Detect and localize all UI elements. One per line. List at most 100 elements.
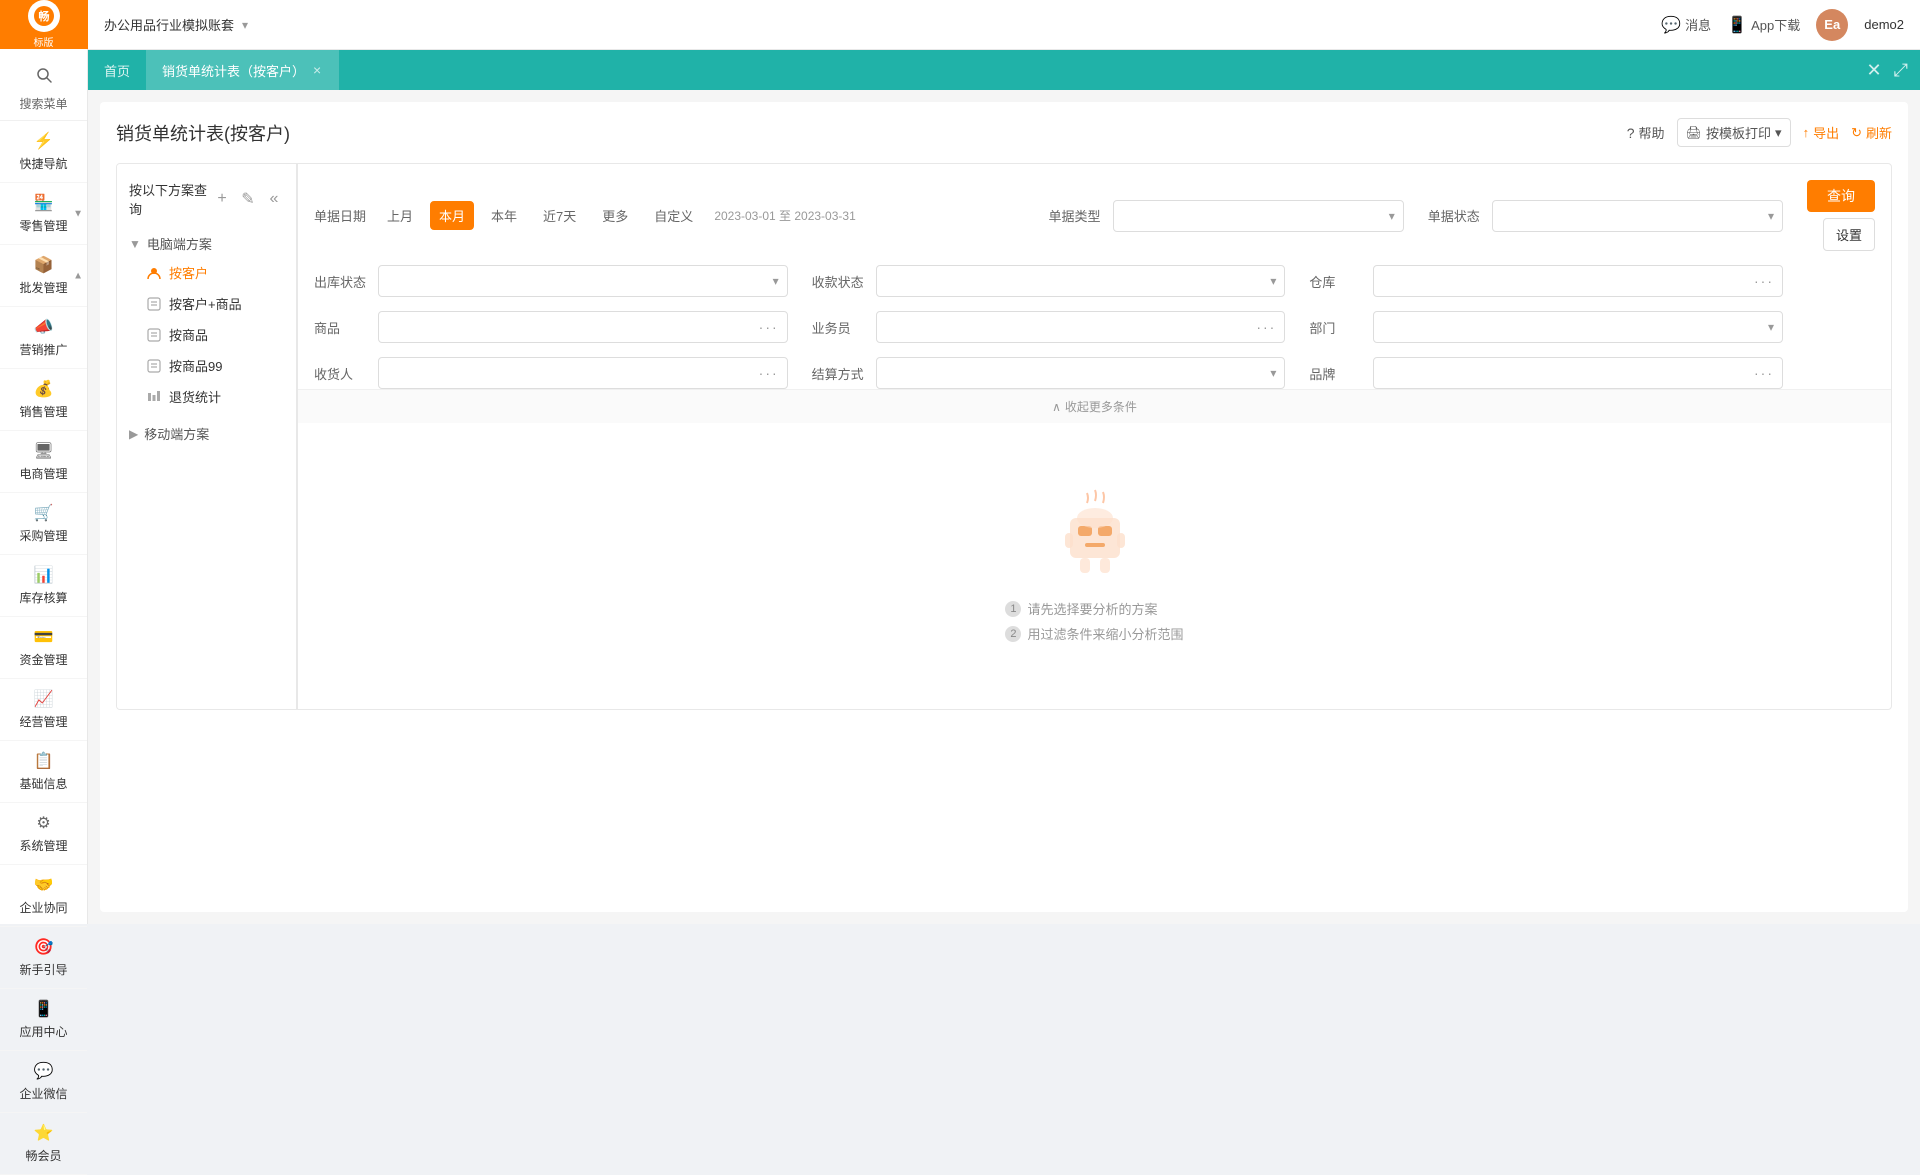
receiver-input[interactable]: ··· [378, 357, 788, 389]
search-icon[interactable] [26, 57, 62, 93]
by-customer-goods-icon [145, 297, 163, 311]
tip-num-1: 1 [1005, 601, 1021, 617]
scheme-item-by-goods-99[interactable]: 按商品99 [117, 350, 296, 381]
app-title-dropdown[interactable]: ▾ [242, 18, 248, 32]
goods-input[interactable]: ··· [378, 311, 788, 343]
by-customer-icon [145, 266, 163, 280]
operation-icon: 📈 [34, 689, 54, 709]
collapse-bar[interactable]: ∧ 收起更多条件 [298, 389, 1891, 423]
settlement-input[interactable]: ▾ [876, 357, 1286, 389]
scheme-edit-btn[interactable]: ✎ [238, 189, 258, 209]
sidebar-item-guide[interactable]: 🎯 新手引导 [0, 927, 87, 989]
filter-section: 单据日期 上月 本月 本年 近7天 更多 自定义 2023-03-01 至 20… [298, 164, 1891, 389]
sidebar-item-sales[interactable]: 💰 销售管理 [0, 369, 87, 431]
filter-doc-status-item: 单据状态 ▾ [1428, 200, 1783, 232]
sales-icon: 💰 [34, 379, 54, 399]
date-btn-last-7[interactable]: 近7天 [534, 201, 585, 230]
sidebar-item-member[interactable]: ⭐ 畅会员 [0, 1113, 87, 1175]
sidebar-item-enterprise[interactable]: 🤝 企业协同 [0, 865, 87, 927]
tab-restore-btn[interactable]: ⤢ [1890, 56, 1912, 85]
tab-home-label: 首页 [104, 61, 130, 80]
sidebar-item-inventory[interactable]: 📊 库存核算 [0, 555, 87, 617]
sidebar-item-retail[interactable]: 🏪 零售管理 ▼ [0, 183, 87, 245]
refresh-btn[interactable]: ↻ 刷新 [1851, 123, 1892, 142]
sidebar-item-ecommerce[interactable]: 🖥 电商管理 [0, 431, 87, 493]
scheme-collapse-btn[interactable]: « [264, 189, 284, 209]
sidebar-search-item[interactable]: 搜索菜单 [0, 49, 87, 121]
doc-status-input[interactable]: ▾ [1492, 200, 1783, 232]
tab-bar: 首页 销货单统计表（按客户） × ✕ ⤢ [88, 50, 1920, 90]
settings-btn[interactable]: 设置 [1823, 218, 1875, 251]
export-btn[interactable]: ↑ 导出 [1803, 123, 1840, 142]
scheme-add-btn[interactable]: + [212, 189, 232, 209]
tab-home[interactable]: 首页 [88, 50, 146, 90]
tab-close-all-btn[interactable]: ✕ [1863, 56, 1886, 85]
sidebar-item-quick-nav[interactable]: ⚡ 快捷导航 [0, 121, 87, 183]
filter-receipt-status-item: 收款状态 ▾ [812, 265, 1286, 297]
date-label: 单据日期 [314, 206, 370, 225]
query-btn[interactable]: 查询 [1807, 180, 1875, 212]
warehouse-input[interactable]: ··· [1373, 265, 1783, 297]
salesperson-input[interactable]: ··· [876, 311, 1286, 343]
user-avatar[interactable]: Ea [1816, 9, 1848, 41]
sidebar-item-system[interactable]: ⚙ 系统管理 [0, 803, 87, 865]
scheme-item-by-goods[interactable]: 按商品 [117, 319, 296, 350]
date-btn-more[interactable]: 更多 [593, 201, 637, 230]
date-btn-this-month[interactable]: 本月 [430, 201, 474, 230]
scheme-item-by-customer[interactable]: 按客户 [117, 257, 296, 288]
salesperson-dots: ··· [1256, 319, 1276, 335]
logo-icon: 畅 [28, 0, 60, 32]
finance-label: 资金管理 [19, 651, 67, 668]
scheme-item-by-customer-goods[interactable]: 按客户+商品 [117, 288, 296, 319]
sidebar-item-finance[interactable]: 💳 资金管理 [0, 617, 87, 679]
wholesale-arrow: ▲ [73, 270, 83, 281]
ecommerce-label: 电商管理 [19, 465, 67, 482]
out-status-input[interactable]: ▾ [378, 265, 788, 297]
tab-close-btn[interactable]: × [311, 60, 323, 80]
sidebar-item-basic[interactable]: 📋 基础信息 [0, 741, 87, 803]
receipt-status-input[interactable]: ▾ [876, 265, 1286, 297]
dept-input[interactable]: ▾ [1373, 311, 1783, 343]
sidebar-item-marketing[interactable]: 📣 营销推广 [0, 307, 87, 369]
app-download-btn[interactable]: 📱 App下载 [1727, 15, 1800, 35]
receipt-status-label: 收款状态 [812, 272, 868, 291]
sidebar-item-wholesale[interactable]: 📦 批发管理 ▲ [0, 245, 87, 307]
filter-out-status-item: 出库状态 ▾ [314, 265, 788, 297]
receipt-status-arrow: ▾ [1270, 274, 1276, 288]
by-goods-label: 按商品 [169, 325, 208, 344]
out-status-label: 出库状态 [314, 272, 370, 291]
help-btn[interactable]: ? 帮助 [1627, 123, 1665, 142]
empty-illustration [1045, 483, 1145, 583]
date-btn-custom[interactable]: 自定义 [645, 201, 702, 230]
scheme-desktop-header[interactable]: ▼ 电脑端方案 [117, 230, 296, 257]
scheme-mobile-arrow: ▶ [129, 427, 138, 441]
quick-nav-icon: ⚡ [34, 131, 54, 151]
tab-sales-stat[interactable]: 销货单统计表（按客户） × [146, 50, 339, 90]
sidebar-item-purchase[interactable]: 🛒 采购管理 [0, 493, 87, 555]
operation-label: 经营管理 [19, 713, 67, 730]
message-btn[interactable]: 💬 消息 [1661, 15, 1711, 35]
sidebar-item-app-center[interactable]: 📱 应用中心 [0, 989, 87, 1051]
goods-label: 商品 [314, 318, 370, 337]
sidebar-item-operation[interactable]: 📈 经营管理 [0, 679, 87, 741]
date-btn-last-month[interactable]: 上月 [378, 201, 422, 230]
sidebar-logo[interactable]: 畅 标版 [0, 0, 88, 49]
brand-input[interactable]: ··· [1373, 357, 1783, 389]
enterprise-label: 企业协同 [19, 899, 67, 916]
date-range-display: 2023-03-01 至 2023-03-31 [714, 207, 855, 224]
warehouse-dots: ··· [1754, 273, 1774, 289]
help-icon: ? [1627, 125, 1635, 141]
by-goods-99-icon [145, 359, 163, 373]
refresh-label: 刷新 [1866, 123, 1892, 142]
scheme-item-return-stat[interactable]: 退货统计 [117, 381, 296, 412]
scheme-mobile-header[interactable]: ▶ 移动端方案 [117, 420, 296, 447]
user-initial: Ea [1824, 17, 1840, 32]
doc-type-input[interactable]: ▾ [1113, 200, 1404, 232]
template-print-btn[interactable]: 🖨 按模板打印 ▾ [1677, 118, 1791, 147]
sidebar-item-wechat[interactable]: 💬 企业微信 [0, 1051, 87, 1113]
scheme-panel: 按以下方案查询 + ✎ « ▼ 电脑端方案 [117, 164, 297, 709]
date-btn-this-year[interactable]: 本年 [482, 201, 526, 230]
tab-sales-stat-label: 销货单统计表（按客户） [162, 61, 305, 80]
user-name[interactable]: demo2 [1864, 17, 1904, 32]
wechat-label: 企业微信 [19, 1085, 67, 1102]
